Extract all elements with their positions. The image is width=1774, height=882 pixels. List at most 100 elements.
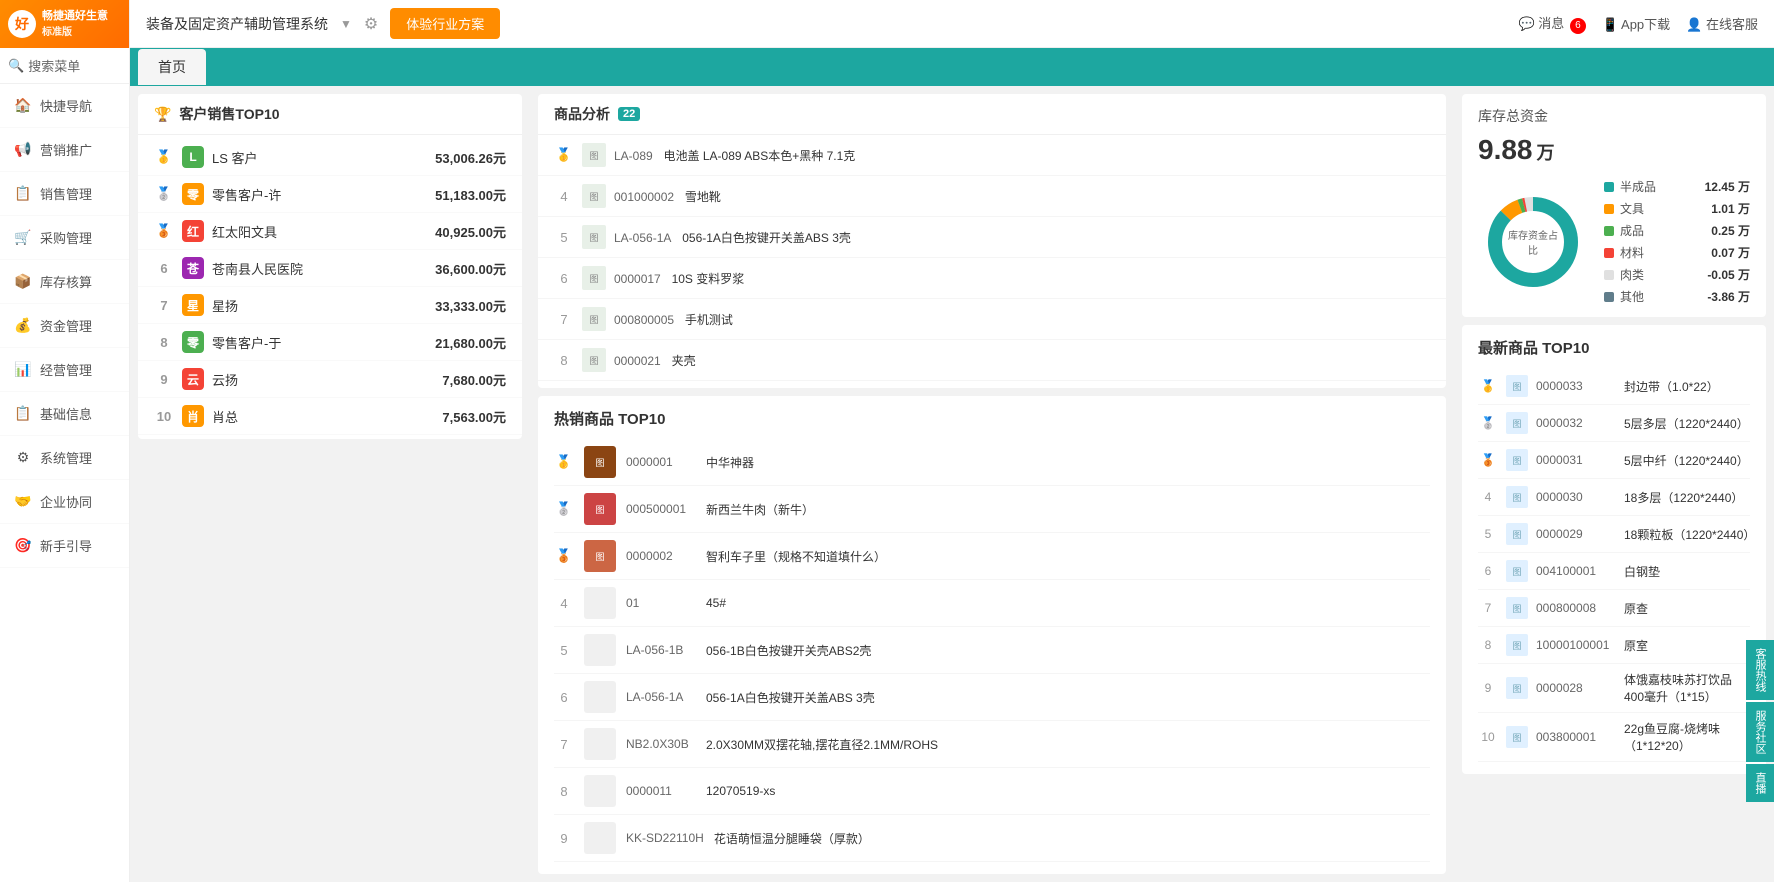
rank-number: 🥇 xyxy=(554,454,574,470)
page-body: 🏆 客户销售TOP10 🥇 L LS 客户 53,006.26元 🥈 零 xyxy=(130,86,1774,882)
product-image: 图 xyxy=(1506,375,1528,397)
product-image: 图 xyxy=(1506,523,1528,545)
customer-name: 苍南县人民医院 xyxy=(212,259,427,278)
inventory-card: 库存总资金 9.88 万 xyxy=(1462,94,1766,317)
customer-value: 21,680.00元 xyxy=(435,333,506,352)
product-name: 18多层（1220*2440） xyxy=(1624,489,1750,506)
product-image: 图 xyxy=(1506,412,1528,434)
table-row: 9 KK-SD22110H 花语萌恒温分腿睡袋（厚款） xyxy=(554,815,1430,862)
customer-name: 云扬 xyxy=(212,370,434,389)
product-code: 0000021 xyxy=(614,354,661,368)
customer-name: 肖总 xyxy=(212,407,434,426)
system-title: 装备及固定资产辅助管理系统 xyxy=(146,14,328,34)
legend-dot xyxy=(1604,270,1614,280)
sidebar-item-sales[interactable]: 📋 销售管理 xyxy=(0,172,129,216)
product-name: 056-1A白色按键开关盖ABS 3壳 xyxy=(682,231,851,245)
message-area[interactable]: 💬 消息 6 xyxy=(1518,13,1585,34)
product-code: 000800008 xyxy=(1536,601,1616,615)
table-row: 6 LA-056-1A 056-1A白色按键开关盖ABS 3壳 xyxy=(554,674,1430,721)
product-image xyxy=(584,587,616,619)
rank-number: 5 xyxy=(1478,527,1498,541)
sidebar-item-marketing[interactable]: 📢 营销推广 xyxy=(0,128,129,172)
product-code: 0000001 xyxy=(626,455,696,469)
customer-ranking-list: 🥇 L LS 客户 53,006.26元 🥈 零 零售客户-许 51,183.0… xyxy=(138,135,522,439)
product-image xyxy=(584,775,616,807)
latest-products-title: 最新商品 TOP10 xyxy=(1478,337,1750,358)
product-code: 0000031 xyxy=(1536,453,1616,467)
left-panel: 🏆 客户销售TOP10 🥇 L LS 客户 53,006.26元 🥈 零 xyxy=(130,86,530,882)
dropdown-icon[interactable]: ▼ xyxy=(340,17,352,31)
rank-number: 4 xyxy=(554,596,574,611)
product-image: 图 xyxy=(582,143,606,167)
table-row: 5 图 0000029 18颗粒板（1220*2440） xyxy=(1478,516,1750,553)
home-icon: 🏠 xyxy=(14,97,32,114)
product-info: 000800005 手机测试 xyxy=(614,311,1430,328)
sidebar-item-business[interactable]: 📊 经营管理 xyxy=(0,348,129,392)
rank-number: 6 xyxy=(554,271,574,286)
product-image: 图 xyxy=(582,266,606,290)
rank-number: 🥉 xyxy=(1478,453,1498,467)
sidebar: 好 畅捷通好生意 标准版 🔍 搜索菜单 🏠 快捷导航 📢 营销推广 📋 销售管理… xyxy=(0,0,130,882)
product-code: LA-056-1B xyxy=(626,643,696,657)
inventory-legend: 半成品 12.45 万 文具 1.01 万 成品 0.25 万 xyxy=(1604,178,1750,305)
sidebar-item-system[interactable]: ⚙ 系统管理 xyxy=(0,436,129,480)
guide-icon: 🎯 xyxy=(14,537,32,554)
tab-home[interactable]: 首页 xyxy=(138,49,206,85)
sidebar-item-basic-info[interactable]: 📋 基础信息 xyxy=(0,392,129,436)
product-code: 0000030 xyxy=(1536,490,1616,504)
rank-number: 🥇 xyxy=(1478,379,1498,393)
rank-badge: L xyxy=(182,146,204,168)
product-image: 图 xyxy=(582,307,606,331)
product-name: 雪地靴 xyxy=(685,190,721,204)
live-btn[interactable]: 直播 xyxy=(1746,764,1774,802)
product-image: 图 xyxy=(1506,597,1528,619)
sidebar-item-label: 新手引导 xyxy=(40,536,92,555)
table-row: 🥉 红 红太阳文具 40,925.00元 xyxy=(138,213,522,250)
donut-label: 库存资金占比 xyxy=(1506,227,1561,257)
table-row: 🥇 图 0000001 中华神器 xyxy=(554,439,1430,486)
product-code: 001000002 xyxy=(614,190,674,204)
try-button[interactable]: 体验行业方案 xyxy=(390,8,500,39)
gear-icon[interactable]: ⚙ xyxy=(364,14,378,34)
search-label: 搜索菜单 xyxy=(28,56,80,75)
legend-value: 0.25 万 xyxy=(1700,222,1750,239)
rank-number: 10 xyxy=(154,409,174,424)
latest-products-card: 最新商品 TOP10 🥇 图 0000033 封边带（1.0*22） 🥈 图 0… xyxy=(1462,325,1766,774)
product-analysis-header: 商品分析 22 xyxy=(538,94,1446,135)
customer-value: 40,925.00元 xyxy=(435,222,506,241)
hot-products-card: 热销商品 TOP10 🥇 图 0000001 中华神器 🥈 图 00050000… xyxy=(538,396,1446,874)
sidebar-item-purchase[interactable]: 🛒 采购管理 xyxy=(0,216,129,260)
rank-number: 8 xyxy=(154,335,174,350)
sidebar-item-inventory[interactable]: 📦 库存核算 xyxy=(0,260,129,304)
sidebar-item-finance[interactable]: 💰 资金管理 xyxy=(0,304,129,348)
sidebar-item-guide[interactable]: 🎯 新手引导 xyxy=(0,524,129,568)
search-icon: 🔍 xyxy=(8,58,24,74)
product-name: 2.0X30MM双摆花轴,摆花直径2.1MM/ROHS xyxy=(706,736,1430,753)
customer-service-btn[interactable]: 客服热线 xyxy=(1746,640,1774,700)
product-info: 001000002 雪地靴 xyxy=(614,188,1430,205)
sidebar-item-home[interactable]: 🏠 快捷导航 xyxy=(0,84,129,128)
legend-label: 半成品 xyxy=(1620,178,1694,195)
legend-dot xyxy=(1604,182,1614,192)
rank-badge: 苍 xyxy=(182,257,204,279)
inventory-chart-area: 库存资金占比 半成品 12.45 万 文具 1.01 万 xyxy=(1478,178,1750,305)
table-row: 7 图 000800008 原查 xyxy=(1478,590,1750,627)
app-download[interactable]: 📱 App下载 xyxy=(1602,14,1670,33)
rank-number: 8 xyxy=(554,784,574,799)
table-row: 10 图 003800001 22g鱼豆腐-烧烤味（1*12*20） xyxy=(1478,713,1750,762)
customer-name: 星扬 xyxy=(212,296,427,315)
table-row: 8 0000011 12070519-xs xyxy=(554,768,1430,815)
collab-icon: 🤝 xyxy=(14,493,32,510)
product-image: 图 xyxy=(1506,449,1528,471)
customer-name: 零售客户-许 xyxy=(212,185,427,204)
online-service[interactable]: 👤 在线客服 xyxy=(1686,14,1758,33)
sidebar-item-collab[interactable]: 🤝 企业协同 xyxy=(0,480,129,524)
product-code: 01 xyxy=(626,596,696,610)
service-community-btn[interactable]: 服务社区 xyxy=(1746,702,1774,762)
product-code: LA-056-1A xyxy=(614,231,671,245)
rank-badge: 零 xyxy=(182,331,204,353)
right-panel: 库存总资金 9.88 万 xyxy=(1454,86,1774,882)
msg-badge: 6 xyxy=(1570,18,1586,34)
sidebar-search[interactable]: 🔍 搜索菜单 xyxy=(0,48,129,84)
rank-badge: 星 xyxy=(182,294,204,316)
